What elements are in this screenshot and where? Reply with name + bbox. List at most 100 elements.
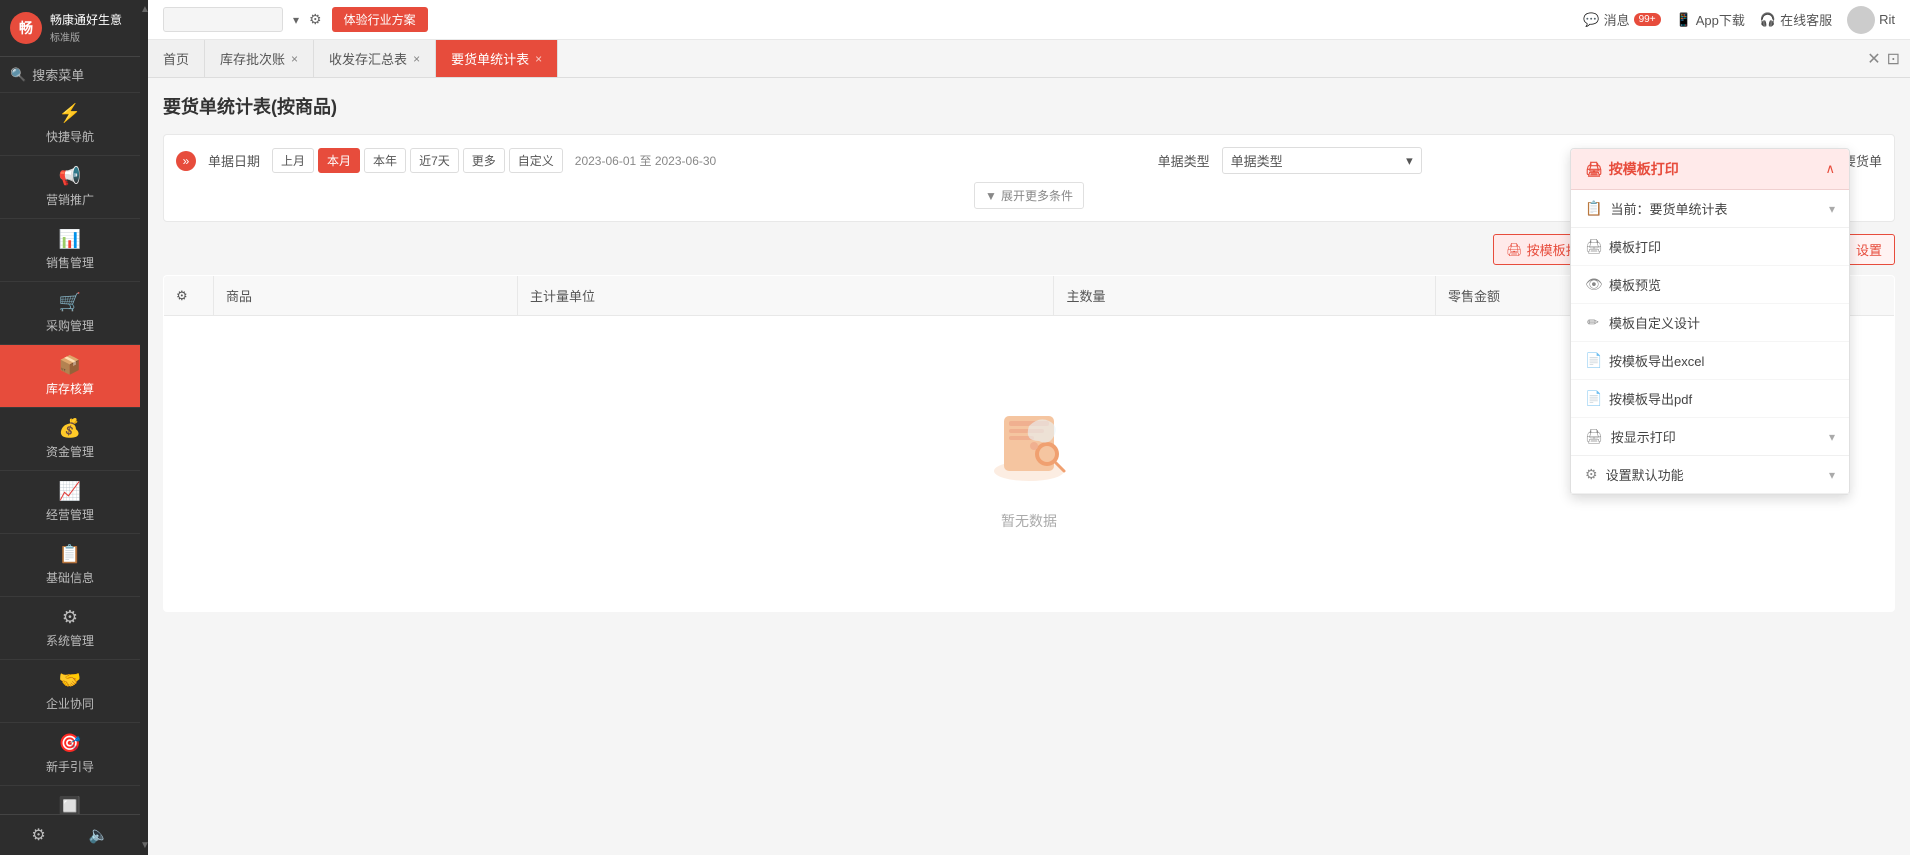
tab-window-controls: ✕ ⊡ [1857, 40, 1910, 77]
expand-conditions-btn[interactable]: ▼ 展开更多条件 [974, 182, 1084, 209]
sidebar-item-enterprise[interactable]: 🤝 企业协同 [0, 660, 140, 723]
sidebar-item-guide[interactable]: 🎯 新手引导 [0, 723, 140, 786]
sidebar-item-basic[interactable]: 📋 基础信息 [0, 534, 140, 597]
tab-home-label: 首页 [163, 49, 189, 68]
expand-icon[interactable]: » [176, 151, 196, 171]
settings-footer-icon[interactable]: ⚙ [31, 825, 45, 845]
main-content: ▾ ⚙ 体验行业方案 💬 消息 99+ 📱 App下载 🎧 在线客服 Rit [148, 0, 1910, 855]
tab-batch-accounts-close[interactable]: × [291, 52, 298, 66]
date-btn-custom[interactable]: 自定义 [509, 148, 563, 173]
date-btn-current-month[interactable]: 本月 [318, 148, 360, 173]
date-range-display: 2023-06-01 至 2023-06-30 [575, 152, 716, 169]
set-default-arrow: ▾ [1829, 468, 1835, 482]
search-menu[interactable]: 🔍 搜索菜单 [0, 57, 140, 93]
sidebar-item-purchase[interactable]: 🛒 采购管理 [0, 282, 140, 345]
app-download-icon: 📱 [1676, 12, 1692, 28]
col-settings[interactable]: ⚙ [164, 276, 214, 316]
header-dropdown-icon[interactable]: ▾ [293, 13, 299, 27]
app-logo-icon: 畅 [10, 12, 42, 44]
sidebar-nav: ⚡ 快捷导航 📢 营销推广 📊 销售管理 🛒 采购管理 📦 库存核算 💰 资金管… [0, 93, 140, 814]
user-avatar-area[interactable]: Rit [1847, 6, 1895, 34]
quick-nav-icon: ⚡ [59, 103, 81, 124]
sidebar-item-app-center[interactable]: 🔲 应用中心 [0, 786, 140, 814]
template-design-icon: ✏ [1585, 314, 1601, 331]
sidebar-scrollbar: ▲ ▼ [140, 0, 148, 855]
template-export-excel-item[interactable]: 📄 按模板导出excel [1571, 342, 1849, 380]
message-btn[interactable]: 💬 消息 99+ [1583, 10, 1660, 29]
template-export-excel-label: 按模板导出excel [1609, 351, 1704, 370]
date-btn-last-month[interactable]: 上月 [272, 148, 314, 173]
sidebar-item-operations[interactable]: 📈 经营管理 [0, 471, 140, 534]
sidebar-item-label: 库存核算 [46, 380, 94, 397]
header-gear-icon[interactable]: ⚙ [309, 11, 322, 28]
sidebar-item-label: 企业协同 [46, 695, 94, 712]
template-print-label: 模板打印 [1609, 237, 1661, 256]
app-version: 标准版 [50, 29, 122, 44]
sidebar-item-marketing[interactable]: 📢 营销推广 [0, 156, 140, 219]
tab-order-stats-close[interactable]: × [535, 52, 542, 66]
template-print-icon: 🖨 [1585, 238, 1601, 255]
current-template-label: 当前：要货单统计表 [1610, 199, 1727, 218]
sales-icon: 📊 [59, 229, 81, 250]
current-template-arrow: ▾ [1829, 202, 1835, 216]
display-print-arrow: ▾ [1829, 430, 1835, 444]
date-btn-last-7-days[interactable]: 近7天 [410, 148, 459, 173]
app-download-btn[interactable]: 📱 App下载 [1676, 10, 1745, 29]
dropdown-close-btn[interactable]: ∧ [1825, 161, 1835, 177]
type-select[interactable]: 单据类型 ▾ [1222, 147, 1422, 174]
sidebar-item-label: 新手引导 [46, 758, 94, 775]
current-template-icon: 📋 [1585, 200, 1602, 217]
sidebar-item-label: 快捷导航 [46, 128, 94, 145]
search-icon: 🔍 [10, 67, 26, 83]
date-btn-more[interactable]: 更多 [463, 148, 505, 173]
scroll-down-btn[interactable]: ▼ [140, 836, 148, 855]
template-export-excel-icon: 📄 [1585, 352, 1601, 369]
purchase-icon: 🛒 [59, 292, 81, 313]
display-print-section[interactable]: 🖨 按显示打印 ▾ [1571, 418, 1849, 456]
tab-collection-summary-close[interactable]: × [413, 52, 420, 66]
sidebar-item-label: 采购管理 [46, 317, 94, 334]
template-print-item[interactable]: 🖨 模板打印 [1571, 228, 1849, 266]
guide-icon: 🎯 [59, 733, 81, 754]
sidebar-item-inventory[interactable]: 📦 库存核算 [0, 345, 140, 408]
tab-batch-accounts[interactable]: 库存批次账 × [205, 40, 314, 77]
scroll-up-btn[interactable]: ▲ [140, 0, 148, 19]
set-default-icon: ⚙ [1585, 466, 1598, 483]
set-default-label: 设置默认功能 [1606, 465, 1684, 484]
date-btn-current-year[interactable]: 本年 [364, 148, 406, 173]
set-default-section[interactable]: ⚙ 设置默认功能 ▾ [1571, 456, 1849, 494]
trial-button[interactable]: 体验行业方案 [332, 7, 428, 32]
sidebar-item-system[interactable]: ⚙ 系统管理 [0, 597, 140, 660]
tab-home[interactable]: 首页 [148, 40, 205, 77]
template-export-pdf-label: 按模板导出pdf [1609, 389, 1692, 408]
template-design-item[interactable]: ✏ 模板自定义设计 [1571, 304, 1849, 342]
sidebar-item-quick-nav[interactable]: ⚡ 快捷导航 [0, 93, 140, 156]
template-export-pdf-item[interactable]: 📄 按模板导出pdf [1571, 380, 1849, 418]
window-maximize-btn[interactable]: ⊡ [1887, 49, 1900, 69]
col-product: 商品 [214, 276, 518, 316]
sidebar-item-finance[interactable]: 💰 资金管理 [0, 408, 140, 471]
search-menu-label: 搜索菜单 [32, 65, 84, 84]
sidebar-item-sales[interactable]: 📊 销售管理 [0, 219, 140, 282]
speaker-footer-icon[interactable]: 🔈 [89, 825, 109, 845]
sidebar-item-label: 系统管理 [46, 632, 94, 649]
print-icon: 🖨 [1506, 242, 1523, 258]
basic-icon: 📋 [59, 544, 81, 565]
online-service-btn[interactable]: 🎧 在线客服 [1760, 10, 1832, 29]
tab-batch-accounts-label: 库存批次账 [220, 49, 285, 68]
window-close-btn[interactable]: ✕ [1867, 49, 1880, 69]
date-filter-label: 单据日期 [208, 151, 260, 170]
display-print-icon: 🖨 [1585, 428, 1603, 445]
tab-collection-summary[interactable]: 收发存汇总表 × [314, 40, 436, 77]
settings-btn[interactable]: 设置 [1843, 234, 1895, 265]
settings-btn-label: 设置 [1856, 240, 1882, 259]
empty-icon [979, 396, 1079, 496]
current-template-item[interactable]: 📋 当前：要货单统计表 ▾ [1571, 190, 1849, 228]
date-buttons: 上月 本月 本年 近7天 更多 自定义 [272, 148, 563, 173]
user-name: Rit [1879, 12, 1895, 27]
app-center-icon: 🔲 [59, 796, 81, 814]
template-preview-item[interactable]: 👁 模板预览 [1571, 266, 1849, 304]
tab-collection-summary-label: 收发存汇总表 [329, 49, 407, 68]
tab-order-stats[interactable]: 要货单统计表 × [436, 40, 558, 77]
system-icon: ⚙ [62, 607, 78, 628]
